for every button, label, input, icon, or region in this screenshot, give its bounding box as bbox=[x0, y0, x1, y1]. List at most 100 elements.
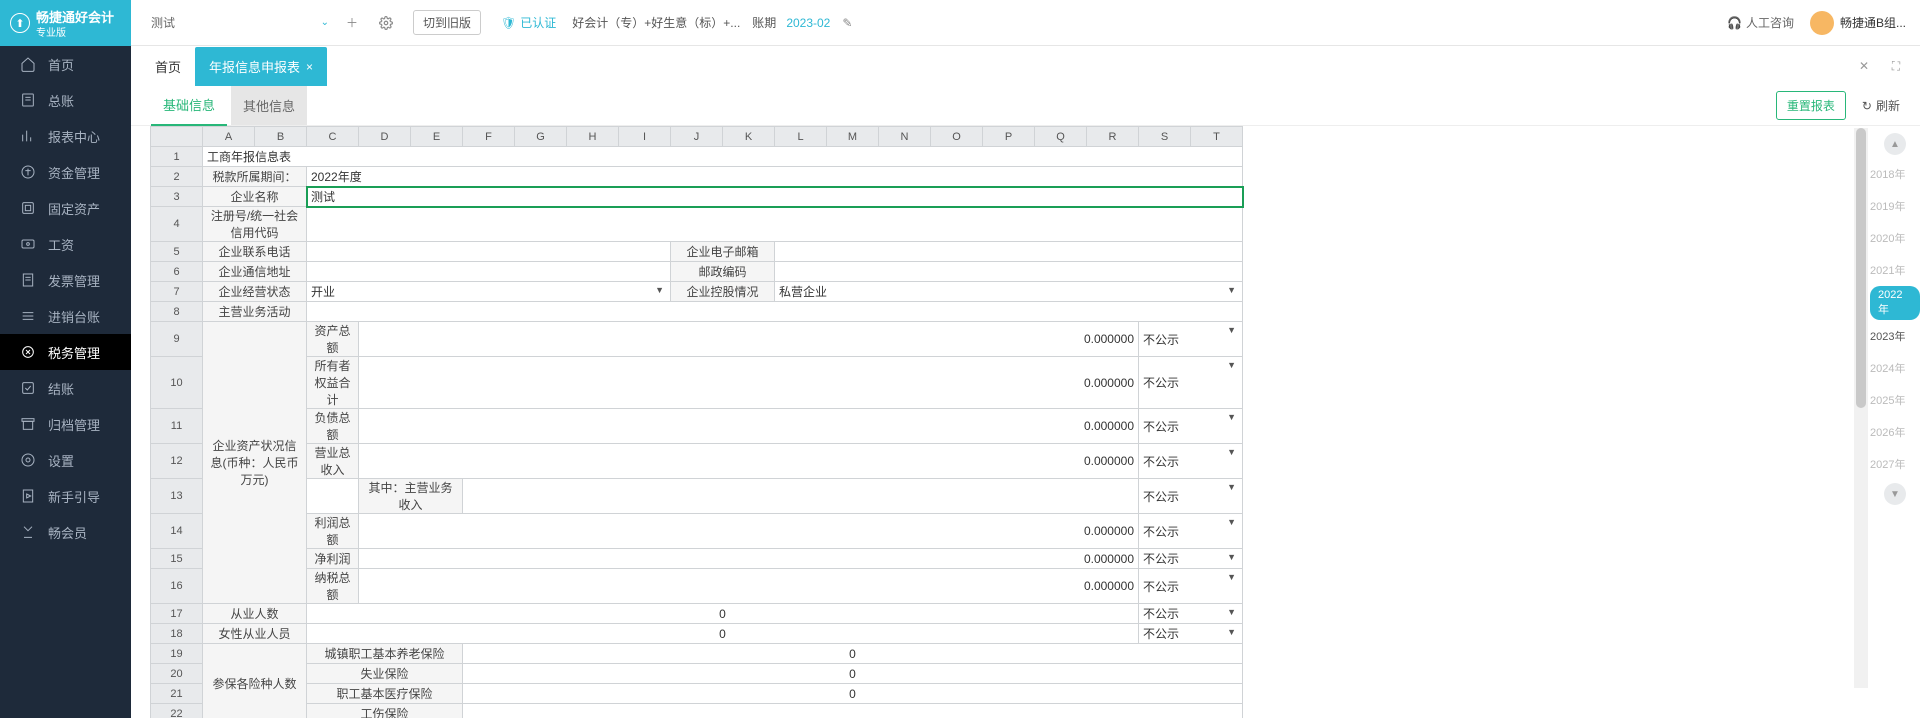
cell[interactable]: 0.000000 bbox=[359, 569, 1139, 604]
row-number[interactable]: 1 bbox=[151, 147, 203, 167]
cell[interactable] bbox=[463, 479, 1139, 514]
cell[interactable]: 0 bbox=[463, 664, 1243, 684]
cell[interactable]: 不公示 bbox=[1139, 604, 1243, 624]
publicity-select[interactable]: 不公示 bbox=[1139, 357, 1243, 409]
cell[interactable] bbox=[307, 242, 671, 262]
year-option[interactable]: 2019年 bbox=[1870, 190, 1920, 222]
row-number[interactable]: 9 bbox=[151, 322, 203, 357]
nav-close[interactable]: 结账 bbox=[0, 370, 131, 406]
row-number[interactable]: 16 bbox=[151, 569, 203, 604]
col-header[interactable]: T bbox=[1191, 127, 1243, 147]
cell[interactable]: 0 bbox=[307, 624, 1139, 644]
year-option[interactable]: 2023年 bbox=[1870, 320, 1920, 352]
year-option[interactable]: 2026年 bbox=[1870, 416, 1920, 448]
row-number[interactable]: 22 bbox=[151, 704, 203, 718]
nav-home[interactable]: 首页 bbox=[0, 46, 131, 82]
user-name[interactable]: 畅捷通B组... bbox=[1840, 14, 1906, 31]
nav-ledger[interactable]: 总账 bbox=[0, 82, 131, 118]
subtab-basic[interactable]: 基础信息 bbox=[151, 85, 227, 126]
col-header[interactable]: H bbox=[567, 127, 619, 147]
year-option[interactable]: 2024年 bbox=[1870, 352, 1920, 384]
manual-service-button[interactable]: 🎧 人工咨询 bbox=[1727, 14, 1794, 31]
tax-period-value[interactable]: 2022年度 bbox=[307, 167, 1243, 187]
col-header[interactable]: E bbox=[411, 127, 463, 147]
nav-tax[interactable]: 税务管理 bbox=[0, 334, 131, 370]
row-number[interactable]: 2 bbox=[151, 167, 203, 187]
row-number[interactable]: 7 bbox=[151, 282, 203, 302]
cell[interactable] bbox=[775, 262, 1243, 282]
cell[interactable]: 0 bbox=[463, 644, 1243, 664]
publicity-select[interactable]: 不公示 bbox=[1139, 514, 1243, 549]
year-option[interactable]: 2022年 bbox=[1870, 286, 1920, 320]
publicity-select[interactable]: 不公示 bbox=[1139, 479, 1243, 514]
row-number[interactable]: 4 bbox=[151, 207, 203, 242]
col-header[interactable]: R bbox=[1087, 127, 1139, 147]
row-number[interactable]: 14 bbox=[151, 514, 203, 549]
refresh-button[interactable]: ↻ 刷新 bbox=[1862, 97, 1900, 114]
col-header[interactable]: A bbox=[203, 127, 255, 147]
cell[interactable] bbox=[307, 262, 671, 282]
nav-invoice[interactable]: 发票管理 bbox=[0, 262, 131, 298]
year-option[interactable]: 2021年 bbox=[1870, 254, 1920, 286]
publicity-select[interactable]: 不公示 bbox=[1139, 444, 1243, 479]
row-number[interactable]: 3 bbox=[151, 187, 203, 207]
year-up-icon[interactable]: ▲ bbox=[1884, 133, 1906, 155]
nav-salary[interactable]: 工资 bbox=[0, 226, 131, 262]
row-number[interactable]: 10 bbox=[151, 357, 203, 409]
company-selector[interactable]: 测试 ⌄ bbox=[145, 9, 335, 37]
cell[interactable] bbox=[307, 207, 1243, 242]
close-icon[interactable]: × bbox=[306, 60, 313, 74]
row-number[interactable]: 5 bbox=[151, 242, 203, 262]
col-header[interactable]: J bbox=[671, 127, 723, 147]
row-number[interactable]: 8 bbox=[151, 302, 203, 322]
col-header[interactable]: I bbox=[619, 127, 671, 147]
col-header[interactable]: P bbox=[983, 127, 1035, 147]
switch-old-button[interactable]: 切到旧版 bbox=[413, 10, 481, 35]
employees-cell[interactable]: 0 bbox=[307, 604, 1139, 624]
col-header[interactable]: C bbox=[307, 127, 359, 147]
nav-guide[interactable]: 新手引导 bbox=[0, 478, 131, 514]
col-header[interactable]: B bbox=[255, 127, 307, 147]
row-number[interactable]: 18 bbox=[151, 624, 203, 644]
nav-fund[interactable]: 资金管理 bbox=[0, 154, 131, 190]
period-value[interactable]: 2023-02 bbox=[786, 16, 830, 30]
publicity-select[interactable]: 不公示 bbox=[1139, 569, 1243, 604]
cell[interactable] bbox=[463, 704, 1243, 718]
col-header[interactable]: N bbox=[879, 127, 931, 147]
publicity-select[interactable]: 不公示 bbox=[1139, 409, 1243, 444]
col-header[interactable]: L bbox=[775, 127, 827, 147]
company-name-cell[interactable]: 测试 bbox=[307, 187, 1243, 207]
col-header[interactable] bbox=[151, 127, 203, 147]
period-edit-icon[interactable]: ✎ bbox=[836, 12, 858, 34]
year-option[interactable]: 2025年 bbox=[1870, 384, 1920, 416]
cell[interactable] bbox=[307, 479, 359, 514]
col-header[interactable]: S bbox=[1139, 127, 1191, 147]
avatar[interactable] bbox=[1810, 11, 1834, 35]
row-number[interactable]: 13 bbox=[151, 479, 203, 514]
row-number[interactable]: 17 bbox=[151, 604, 203, 624]
col-header[interactable]: G bbox=[515, 127, 567, 147]
row-number[interactable]: 15 bbox=[151, 549, 203, 569]
year-option[interactable]: 2027年 bbox=[1870, 448, 1920, 480]
holding-select[interactable]: 私营企业 bbox=[775, 282, 1243, 302]
nav-vip[interactable]: 畅会员 bbox=[0, 514, 131, 550]
certified-badge[interactable]: 🛡 已认证 bbox=[501, 14, 556, 31]
vertical-scrollbar[interactable] bbox=[1854, 128, 1868, 688]
status-select[interactable]: 开业 bbox=[307, 282, 671, 302]
nav-inout[interactable]: 进销台账 bbox=[0, 298, 131, 334]
nav-chart[interactable]: 报表中心 bbox=[0, 118, 131, 154]
cell[interactable]: 0 bbox=[463, 684, 1243, 704]
year-down-icon[interactable]: ▼ bbox=[1884, 483, 1906, 505]
col-header[interactable]: O bbox=[931, 127, 983, 147]
tab-home[interactable]: 首页 bbox=[141, 47, 195, 86]
fullscreen-icon[interactable]: ⛶ bbox=[1882, 52, 1910, 80]
publicity-select[interactable]: 不公示 bbox=[1139, 549, 1243, 569]
cell[interactable]: 0.000000 bbox=[359, 549, 1139, 569]
gear-icon[interactable] bbox=[375, 12, 397, 34]
nav-asset[interactable]: 固定资产 bbox=[0, 190, 131, 226]
col-header[interactable]: K bbox=[723, 127, 775, 147]
scroll-thumb[interactable] bbox=[1856, 128, 1866, 408]
row-number[interactable]: 21 bbox=[151, 684, 203, 704]
grid[interactable]: ABCDEFGHIJKLMNOPQRST 1工商年报信息表2税款所属期间：202… bbox=[150, 126, 1243, 718]
row-number[interactable]: 6 bbox=[151, 262, 203, 282]
